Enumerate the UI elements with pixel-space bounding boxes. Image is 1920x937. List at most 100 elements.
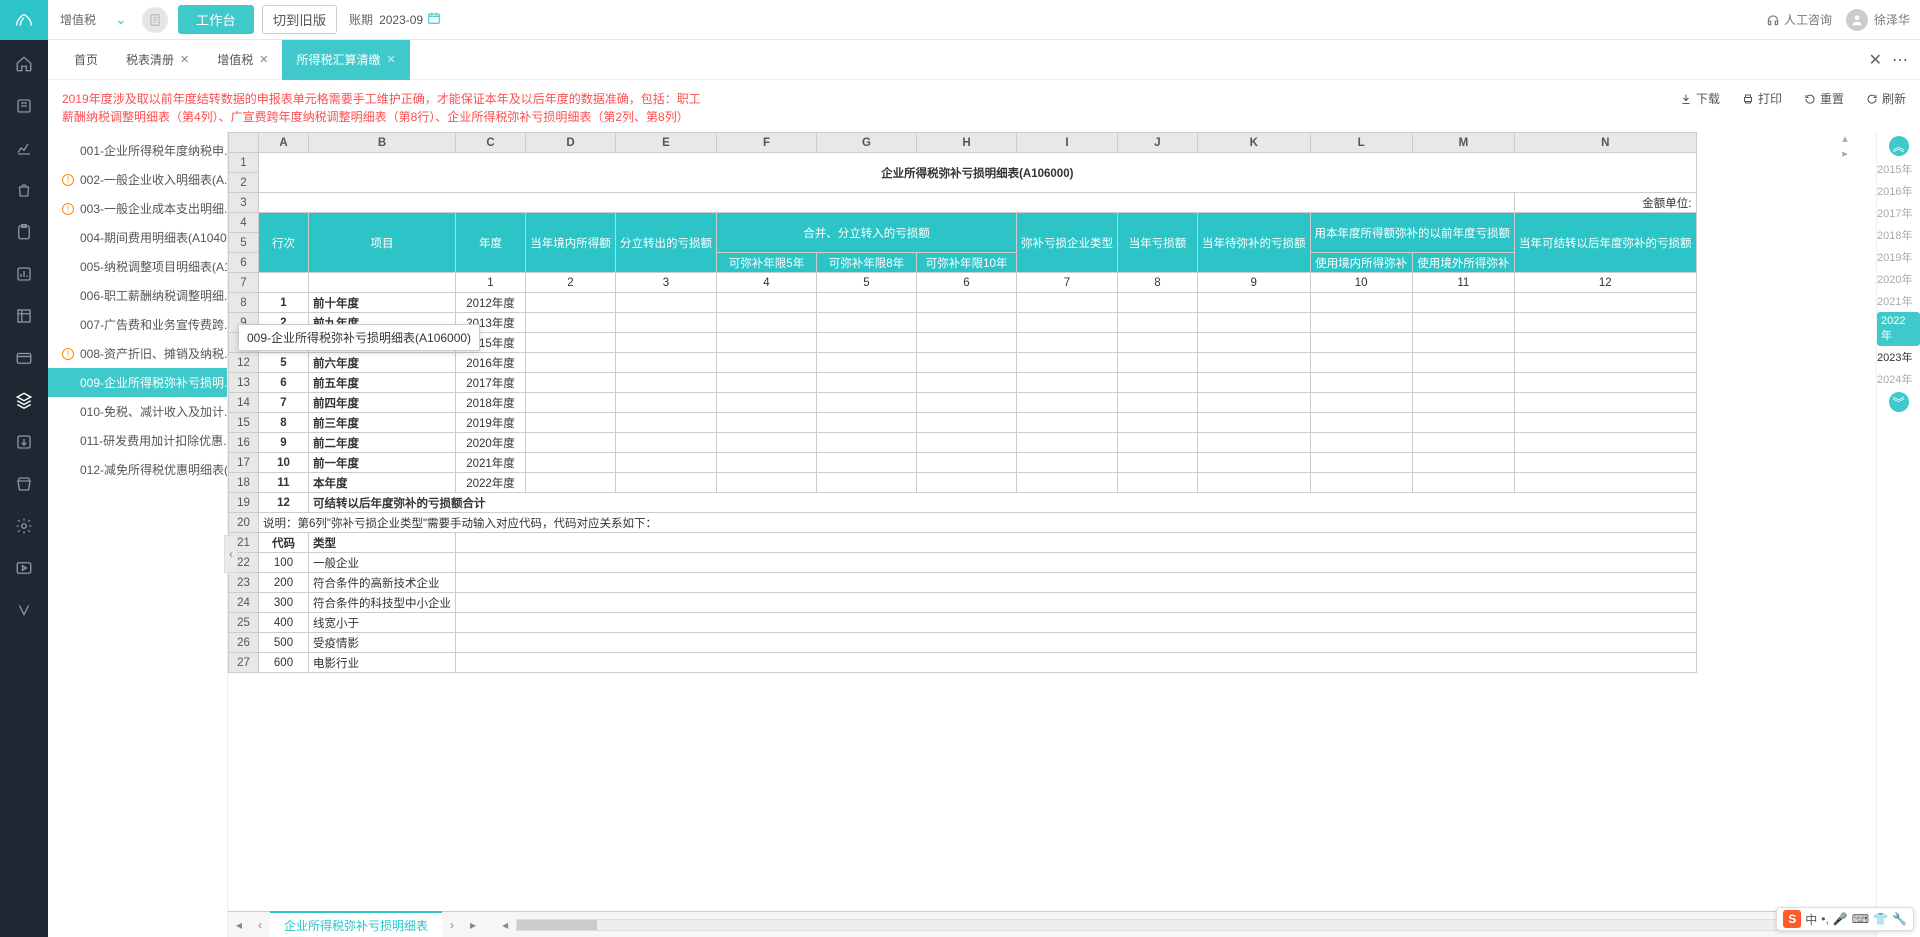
reset-icon <box>1804 93 1816 105</box>
list-item[interactable]: !002-一般企业收入明细表(A... <box>48 165 227 194</box>
app-logo[interactable] <box>0 0 48 40</box>
list-item[interactable]: 009-企业所得税弥补亏损明... <box>48 368 227 397</box>
avatar-icon <box>1846 9 1868 31</box>
scroll-right-icon[interactable]: ▸ <box>1842 147 1848 160</box>
list-item[interactable]: 012-减免所得税优惠明细表(... <box>48 455 227 484</box>
year-sidebar: ︽ 2015年2016年2017年2018年2019年2020年2021年202… <box>1876 132 1920 937</box>
year-down-icon[interactable]: ︾ <box>1889 392 1909 412</box>
close-icon[interactable]: ✕ <box>180 53 189 66</box>
consult-link[interactable]: 人工咨询 <box>1766 11 1832 28</box>
year-item[interactable]: 2020年 <box>1877 268 1920 290</box>
doc-icon[interactable] <box>142 7 168 33</box>
list-item[interactable]: 007-广告费和业务宣传费跨... <box>48 310 227 339</box>
download-button[interactable]: 下载 <box>1680 90 1720 107</box>
year-item[interactable]: 2023年 <box>1877 346 1920 368</box>
ime-tool-icon[interactable]: 🔧 <box>1892 912 1907 926</box>
year-item[interactable]: 2019年 <box>1877 246 1920 268</box>
sheet-table[interactable]: ABCDEFGHIJKLMN1企业所得税弥补亏损明细表(A106000)23金额… <box>228 132 1697 673</box>
sheet-footer: ◂ ‹ 企业所得税弥补亏损明细表 › ▸ ◂▸ <box>228 911 1876 937</box>
main: 首页 税表清册✕ 增值税✕ 所得税汇算清缴✕ ✕ ⋯ 2019年度涉及取以前年度… <box>48 40 1920 937</box>
year-item[interactable]: 2021年 <box>1877 290 1920 312</box>
workbench-button[interactable]: 工作台 <box>178 5 254 34</box>
period-label: 账期 <box>349 11 373 28</box>
tab-income-tax[interactable]: 所得税汇算清缴✕ <box>282 40 409 80</box>
list-item[interactable]: 010-免税、减计收入及加计... <box>48 397 227 426</box>
refresh-button[interactable]: 刷新 <box>1866 90 1906 107</box>
list-item[interactable]: 004-期间费用明细表(A1040... <box>48 223 227 252</box>
breadcrumb[interactable]: 增值税 <box>60 11 96 28</box>
reset-button[interactable]: 重置 <box>1804 90 1844 107</box>
year-item[interactable]: 2017年 <box>1877 202 1920 224</box>
list-item[interactable]: !008-资产折旧、摊销及纳税... <box>48 339 227 368</box>
warning-notice: 2019年度涉及取以前年度结转数据的申报表单元格需要手工维护正确，才能保证本年及… <box>62 90 702 126</box>
list-item[interactable]: 011-研发费用加计扣除优惠... <box>48 426 227 455</box>
warn-icon: ! <box>62 348 74 360</box>
sheet-nav-first-icon[interactable]: ◂ <box>228 918 250 932</box>
sheet-tab[interactable]: 企业所得税弥补亏损明细表 <box>270 911 442 937</box>
year-item[interactable]: 2022年 <box>1877 312 1920 346</box>
year-item[interactable]: 2024年 <box>1877 368 1920 390</box>
ime-keyboard-icon[interactable]: ⌨ <box>1852 912 1869 926</box>
rail-home-icon[interactable] <box>10 50 38 78</box>
rail-book-icon[interactable] <box>10 92 38 120</box>
ime-skin-icon[interactable]: 👕 <box>1873 912 1888 926</box>
collapse-handle[interactable]: ‹ <box>224 535 238 573</box>
rail-form-icon[interactable] <box>10 302 38 330</box>
rail-gear-icon[interactable] <box>10 512 38 540</box>
print-button[interactable]: 打印 <box>1742 90 1782 107</box>
warn-icon: ! <box>62 174 74 186</box>
ime-punct-icon[interactable]: •, <box>1821 912 1829 926</box>
close-icon[interactable]: ✕ <box>259 53 268 66</box>
rail-clipboard-icon[interactable] <box>10 218 38 246</box>
ime-toolbar[interactable]: S 中 •, 🎤 ⌨ 👕 🔧 <box>1776 907 1914 931</box>
list-item[interactable]: !003-一般企业成本支出明细... <box>48 194 227 223</box>
download-icon <box>1680 93 1692 105</box>
spreadsheet: ▴ ▸ ABCDEFGHIJKLMN1企业所得税弥补亏损明细表(A106000)… <box>228 132 1876 937</box>
tab-vat[interactable]: 增值税✕ <box>203 40 282 80</box>
switch-old-button[interactable]: 切到旧版 <box>262 5 337 34</box>
refresh-icon <box>1866 93 1878 105</box>
list-item[interactable]: 005-纳税调整项目明细表(A1... <box>48 252 227 281</box>
period-value[interactable]: 2023-09 <box>379 13 423 27</box>
form-list: 001-企业所得税年度纳税申...!002-一般企业收入明细表(A...!003… <box>48 132 228 937</box>
ime-mic-icon[interactable]: 🎤 <box>1833 912 1848 926</box>
year-item[interactable]: 2018年 <box>1877 224 1920 246</box>
content: 001-企业所得税年度纳税申...!002-一般企业收入明细表(A...!003… <box>48 132 1920 937</box>
toolbar-actions: 下载 打印 重置 刷新 <box>1680 90 1906 107</box>
rail-v-icon[interactable] <box>10 596 38 624</box>
scroll-up-icon[interactable]: ▴ <box>1842 132 1848 145</box>
calendar-icon[interactable] <box>427 11 441 28</box>
year-item[interactable]: 2015年 <box>1877 158 1920 180</box>
rail-report-icon[interactable] <box>10 260 38 288</box>
topbar: 增值税 ⌄ 工作台 切到旧版 账期 2023-09 人工咨询 徐泽华 <box>0 0 1920 40</box>
ime-lang[interactable]: 中 <box>1805 911 1817 928</box>
rail-archive-icon[interactable] <box>10 470 38 498</box>
left-rail <box>0 40 48 937</box>
close-all-icon[interactable]: ✕ <box>1869 50 1882 70</box>
list-item[interactable]: 001-企业所得税年度纳税申... <box>48 136 227 165</box>
sheet-nav-last-icon[interactable]: ▸ <box>462 918 484 932</box>
tab-tax-list[interactable]: 税表清册✕ <box>112 40 203 80</box>
list-item[interactable]: 006-职工薪酬纳税调整明细... <box>48 281 227 310</box>
rail-export-icon[interactable] <box>10 428 38 456</box>
sheet-nav-next-icon[interactable]: › <box>442 918 462 932</box>
chevron-down-icon[interactable]: ⌄ <box>115 11 127 28</box>
tooltip: 009-企业所得税弥补亏损明细表(A106000) <box>238 324 480 351</box>
year-item[interactable]: 2016年 <box>1877 180 1920 202</box>
warn-icon: ! <box>62 203 74 215</box>
print-icon <box>1742 93 1754 105</box>
rail-chart-icon[interactable] <box>10 134 38 162</box>
close-icon[interactable]: ✕ <box>387 53 396 66</box>
more-tabs-icon[interactable]: ⋯ <box>1892 50 1908 70</box>
h-scrollbar[interactable]: ◂▸ <box>494 918 1866 932</box>
rail-stack-icon[interactable] <box>10 386 38 414</box>
tab-home[interactable]: 首页 <box>60 40 112 80</box>
rail-bag-icon[interactable] <box>10 176 38 204</box>
notice-row: 2019年度涉及取以前年度结转数据的申报表单元格需要手工维护正确，才能保证本年及… <box>48 80 1920 132</box>
rail-wallet-icon[interactable] <box>10 344 38 372</box>
user-menu[interactable]: 徐泽华 <box>1846 9 1910 31</box>
sheet-nav-prev-icon[interactable]: ‹ <box>250 918 270 932</box>
year-up-icon[interactable]: ︽ <box>1889 136 1909 156</box>
rail-video-icon[interactable] <box>10 554 38 582</box>
headphone-icon <box>1766 13 1780 27</box>
